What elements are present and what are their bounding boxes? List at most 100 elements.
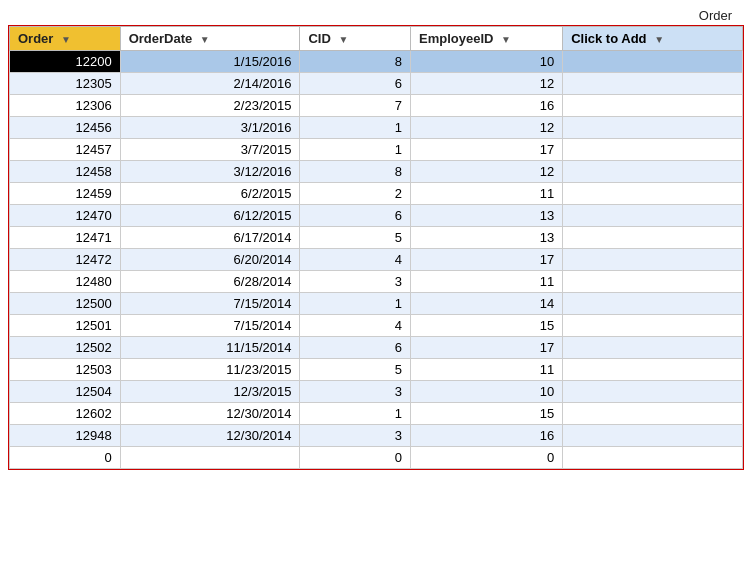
cell-date: 6/17/2014: [120, 227, 300, 249]
cell-date: 3/7/2015: [120, 139, 300, 161]
col-header-emp-label: EmployeeID: [419, 31, 493, 46]
cell-order: 0: [10, 447, 121, 469]
cell-add[interactable]: [563, 337, 743, 359]
table-row[interactable]: 1250311/23/2015511: [10, 359, 743, 381]
cell-date: 6/2/2015: [120, 183, 300, 205]
cell-add[interactable]: [563, 271, 743, 293]
table-row[interactable]: 124573/7/2015117: [10, 139, 743, 161]
cell-add[interactable]: [563, 95, 743, 117]
table-row[interactable]: 1250211/15/2014617: [10, 337, 743, 359]
cell-add[interactable]: [563, 425, 743, 447]
cell-emp: 17: [411, 139, 563, 161]
cell-add[interactable]: [563, 227, 743, 249]
cell-emp: 0: [411, 447, 563, 469]
cell-emp: 11: [411, 271, 563, 293]
cell-date: 12/3/2015: [120, 381, 300, 403]
cell-emp: 12: [411, 117, 563, 139]
cell-add[interactable]: [563, 315, 743, 337]
table-row[interactable]: 1250412/3/2015310: [10, 381, 743, 403]
cell-add[interactable]: [563, 403, 743, 425]
cid-sort-arrow: ▼: [338, 34, 348, 45]
cell-order: 12472: [10, 249, 121, 271]
cell-cid: 7: [300, 95, 411, 117]
col-header-date[interactable]: OrderDate ▼: [120, 27, 300, 51]
table-row[interactable]: 124596/2/2015211: [10, 183, 743, 205]
cell-add[interactable]: [563, 447, 743, 469]
table-body: 122001/15/2016810123052/14/2016612123062…: [10, 51, 743, 469]
cell-add[interactable]: [563, 205, 743, 227]
table-row[interactable]: 125017/15/2014415: [10, 315, 743, 337]
table-row[interactable]: 1260212/30/2014115: [10, 403, 743, 425]
cell-add[interactable]: [563, 139, 743, 161]
cell-order: 12458: [10, 161, 121, 183]
table-row[interactable]: 1294812/30/2014316: [10, 425, 743, 447]
cell-order: 12200: [10, 51, 121, 73]
cell-emp: 16: [411, 425, 563, 447]
table-row[interactable]: 124583/12/2016812: [10, 161, 743, 183]
table-row[interactable]: 124706/12/2015613: [10, 205, 743, 227]
cell-add[interactable]: [563, 161, 743, 183]
cell-add[interactable]: [563, 359, 743, 381]
cell-order: 12602: [10, 403, 121, 425]
header-row: Order ▼ OrderDate ▼ CID ▼ EmployeeID ▼ C…: [10, 27, 743, 51]
cell-emp: 17: [411, 249, 563, 271]
date-sort-arrow: ▼: [200, 34, 210, 45]
cell-add[interactable]: [563, 51, 743, 73]
col-header-add[interactable]: Click to Add ▼: [563, 27, 743, 51]
col-header-cid[interactable]: CID ▼: [300, 27, 411, 51]
cell-order: 12504: [10, 381, 121, 403]
cell-cid: 3: [300, 381, 411, 403]
cell-date: 12/30/2014: [120, 403, 300, 425]
cell-order: 12503: [10, 359, 121, 381]
cell-cid: 4: [300, 249, 411, 271]
cell-order: 12471: [10, 227, 121, 249]
table-row[interactable]: 123052/14/2016612: [10, 73, 743, 95]
col-header-date-label: OrderDate: [129, 31, 193, 46]
cell-add[interactable]: [563, 73, 743, 95]
cell-add[interactable]: [563, 117, 743, 139]
table-row[interactable]: 124726/20/2014417: [10, 249, 743, 271]
col-header-emp[interactable]: EmployeeID ▼: [411, 27, 563, 51]
order-sort-arrow: ▼: [61, 34, 71, 45]
cell-cid: 3: [300, 271, 411, 293]
cell-add[interactable]: [563, 183, 743, 205]
cell-order: 12457: [10, 139, 121, 161]
cell-emp: 11: [411, 183, 563, 205]
cell-emp: 12: [411, 73, 563, 95]
cell-date: 6/28/2014: [120, 271, 300, 293]
cell-emp: 17: [411, 337, 563, 359]
add-sort-arrow: ▼: [654, 34, 664, 45]
cell-date: 3/12/2016: [120, 161, 300, 183]
col-header-order[interactable]: Order ▼: [10, 27, 121, 51]
cell-order: 12501: [10, 315, 121, 337]
top-label: Order: [8, 8, 744, 23]
cell-add[interactable]: [563, 293, 743, 315]
cell-date: 1/15/2016: [120, 51, 300, 73]
col-header-add-label: Click to Add: [571, 31, 646, 46]
data-table: Order ▼ OrderDate ▼ CID ▼ EmployeeID ▼ C…: [9, 26, 743, 469]
cell-order: 12502: [10, 337, 121, 359]
cell-order: 12456: [10, 117, 121, 139]
cell-add[interactable]: [563, 381, 743, 403]
cell-date: 7/15/2014: [120, 293, 300, 315]
cell-date: [120, 447, 300, 469]
table-row[interactable]: 122001/15/2016810: [10, 51, 743, 73]
cell-cid: 4: [300, 315, 411, 337]
table-row[interactable]: 124716/17/2014513: [10, 227, 743, 249]
cell-cid: 0: [300, 447, 411, 469]
table-row[interactable]: 123062/23/2015716: [10, 95, 743, 117]
cell-cid: 6: [300, 73, 411, 95]
table-row[interactable]: 124806/28/2014311: [10, 271, 743, 293]
cell-emp: 10: [411, 381, 563, 403]
cell-cid: 5: [300, 227, 411, 249]
cell-order: 12459: [10, 183, 121, 205]
table-wrapper: Order ▼ OrderDate ▼ CID ▼ EmployeeID ▼ C…: [8, 25, 744, 470]
cell-cid: 2: [300, 183, 411, 205]
table-row[interactable]: 124563/1/2016112: [10, 117, 743, 139]
table-row[interactable]: 000: [10, 447, 743, 469]
cell-date: 11/15/2014: [120, 337, 300, 359]
cell-order: 12500: [10, 293, 121, 315]
table-row[interactable]: 125007/15/2014114: [10, 293, 743, 315]
cell-emp: 13: [411, 205, 563, 227]
cell-add[interactable]: [563, 249, 743, 271]
